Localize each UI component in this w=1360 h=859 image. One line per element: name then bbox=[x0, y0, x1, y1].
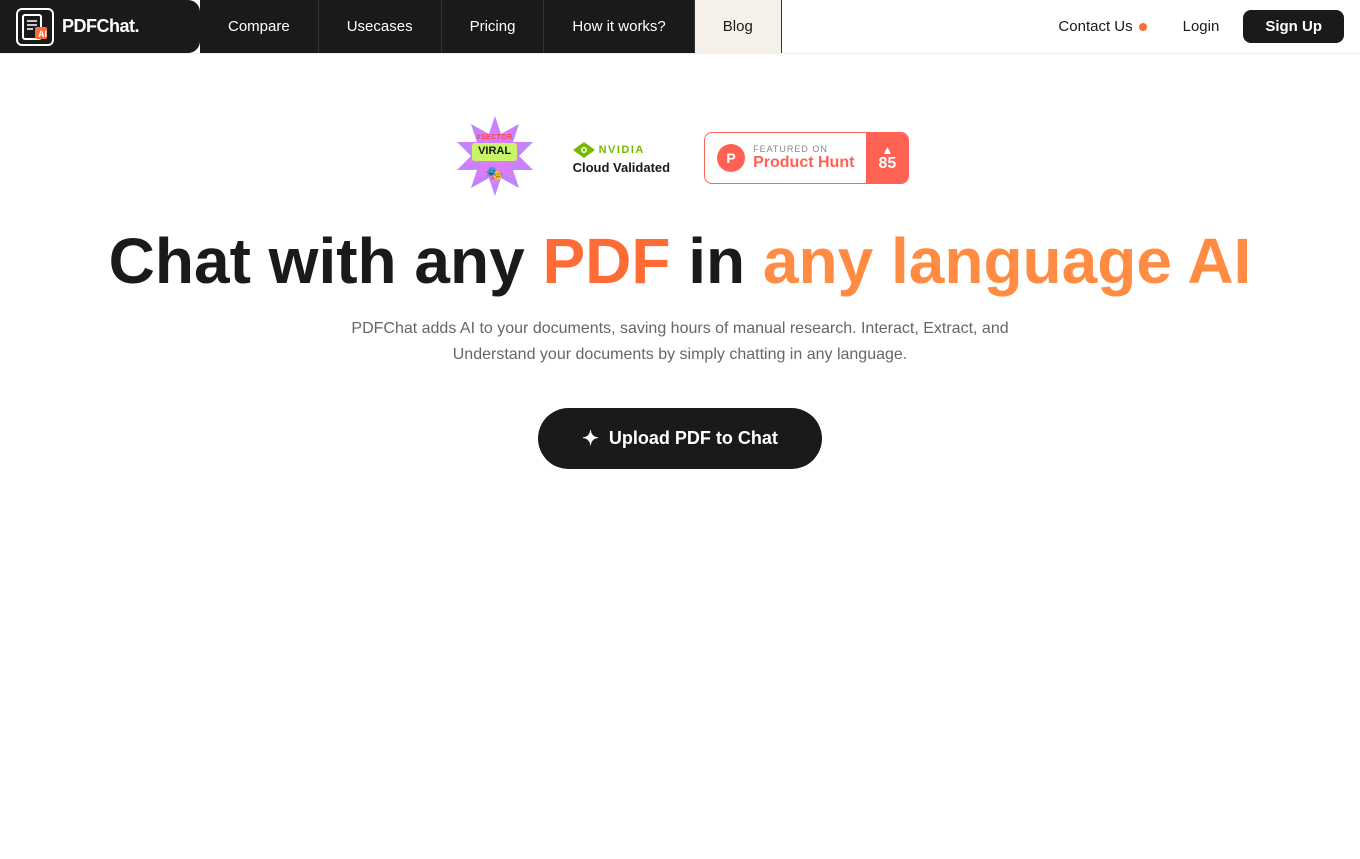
hero-heading: Chat with any PDF in any language AI bbox=[109, 226, 1252, 296]
ph-text-column: FEATURED ON Product Hunt bbox=[753, 144, 854, 172]
ph-count-box: ▲ 85 bbox=[866, 133, 908, 183]
contact-dot bbox=[1139, 23, 1147, 31]
ph-name-label: Product Hunt bbox=[753, 154, 854, 172]
viral-person-icon: 🎭 bbox=[486, 165, 503, 182]
signup-button[interactable]: Sign Up bbox=[1243, 10, 1344, 43]
product-hunt-badge[interactable]: P FEATURED ON Product Hunt ▲ 85 bbox=[704, 132, 909, 184]
hero-subtext: PDFChat adds AI to your documents, savin… bbox=[340, 316, 1020, 367]
logo-text: PDFChat. bbox=[62, 16, 139, 37]
heading-lang: any language AI bbox=[763, 225, 1251, 297]
heading-part2: in bbox=[670, 225, 762, 297]
nav-links: Compare Usecases Pricing How it works? B… bbox=[200, 0, 782, 53]
nav-item-how-it-works[interactable]: How it works? bbox=[544, 0, 694, 53]
cloud-validated-text: Cloud Validated bbox=[573, 160, 671, 175]
nav-right: Contact Us Login Sign Up bbox=[1046, 0, 1360, 53]
upload-pdf-button[interactable]: ✦ Upload PDF to Chat bbox=[538, 408, 822, 469]
sparkle-icon: ✦ bbox=[582, 426, 599, 451]
login-button[interactable]: Login bbox=[1167, 18, 1236, 35]
viral-sector-text: #SECTOR bbox=[476, 134, 512, 141]
nvidia-text: NVIDIA bbox=[599, 144, 645, 156]
svg-text:AI: AI bbox=[38, 29, 47, 39]
nvidia-logo: NVIDIA bbox=[573, 142, 645, 158]
nvidia-eye-icon bbox=[573, 142, 595, 158]
ph-logo-icon: P bbox=[717, 144, 745, 172]
heading-pdf: PDF bbox=[542, 225, 670, 297]
heading-part1: Chat with any bbox=[109, 225, 543, 297]
logo[interactable]: AI PDFChat. bbox=[0, 0, 200, 53]
navbar: AI PDFChat. Compare Usecases Pricing How… bbox=[0, 0, 1360, 54]
ph-count-value: 85 bbox=[879, 155, 897, 173]
nvidia-badge: NVIDIA Cloud Validated bbox=[559, 134, 685, 183]
hero-section: #SECTOR VIRAL 🎭 NVIDIA Cloud Validated P bbox=[0, 54, 1360, 549]
ph-featured-label: FEATURED ON bbox=[753, 144, 854, 154]
nav-item-pricing[interactable]: Pricing bbox=[442, 0, 545, 53]
nav-item-blog[interactable]: Blog bbox=[695, 0, 782, 53]
upload-btn-label: Upload PDF to Chat bbox=[609, 428, 778, 449]
nav-item-compare[interactable]: Compare bbox=[200, 0, 319, 53]
badges-row: #SECTOR VIRAL 🎭 NVIDIA Cloud Validated P bbox=[451, 114, 910, 202]
nav-item-usecases[interactable]: Usecases bbox=[319, 0, 442, 53]
logo-icon: AI bbox=[16, 8, 54, 46]
contact-us-button[interactable]: Contact Us bbox=[1046, 18, 1158, 35]
viral-badge: #SECTOR VIRAL 🎭 bbox=[451, 114, 539, 202]
ph-badge-left: P FEATURED ON Product Hunt bbox=[705, 136, 866, 180]
viral-label-text: VIRAL bbox=[472, 143, 517, 160]
